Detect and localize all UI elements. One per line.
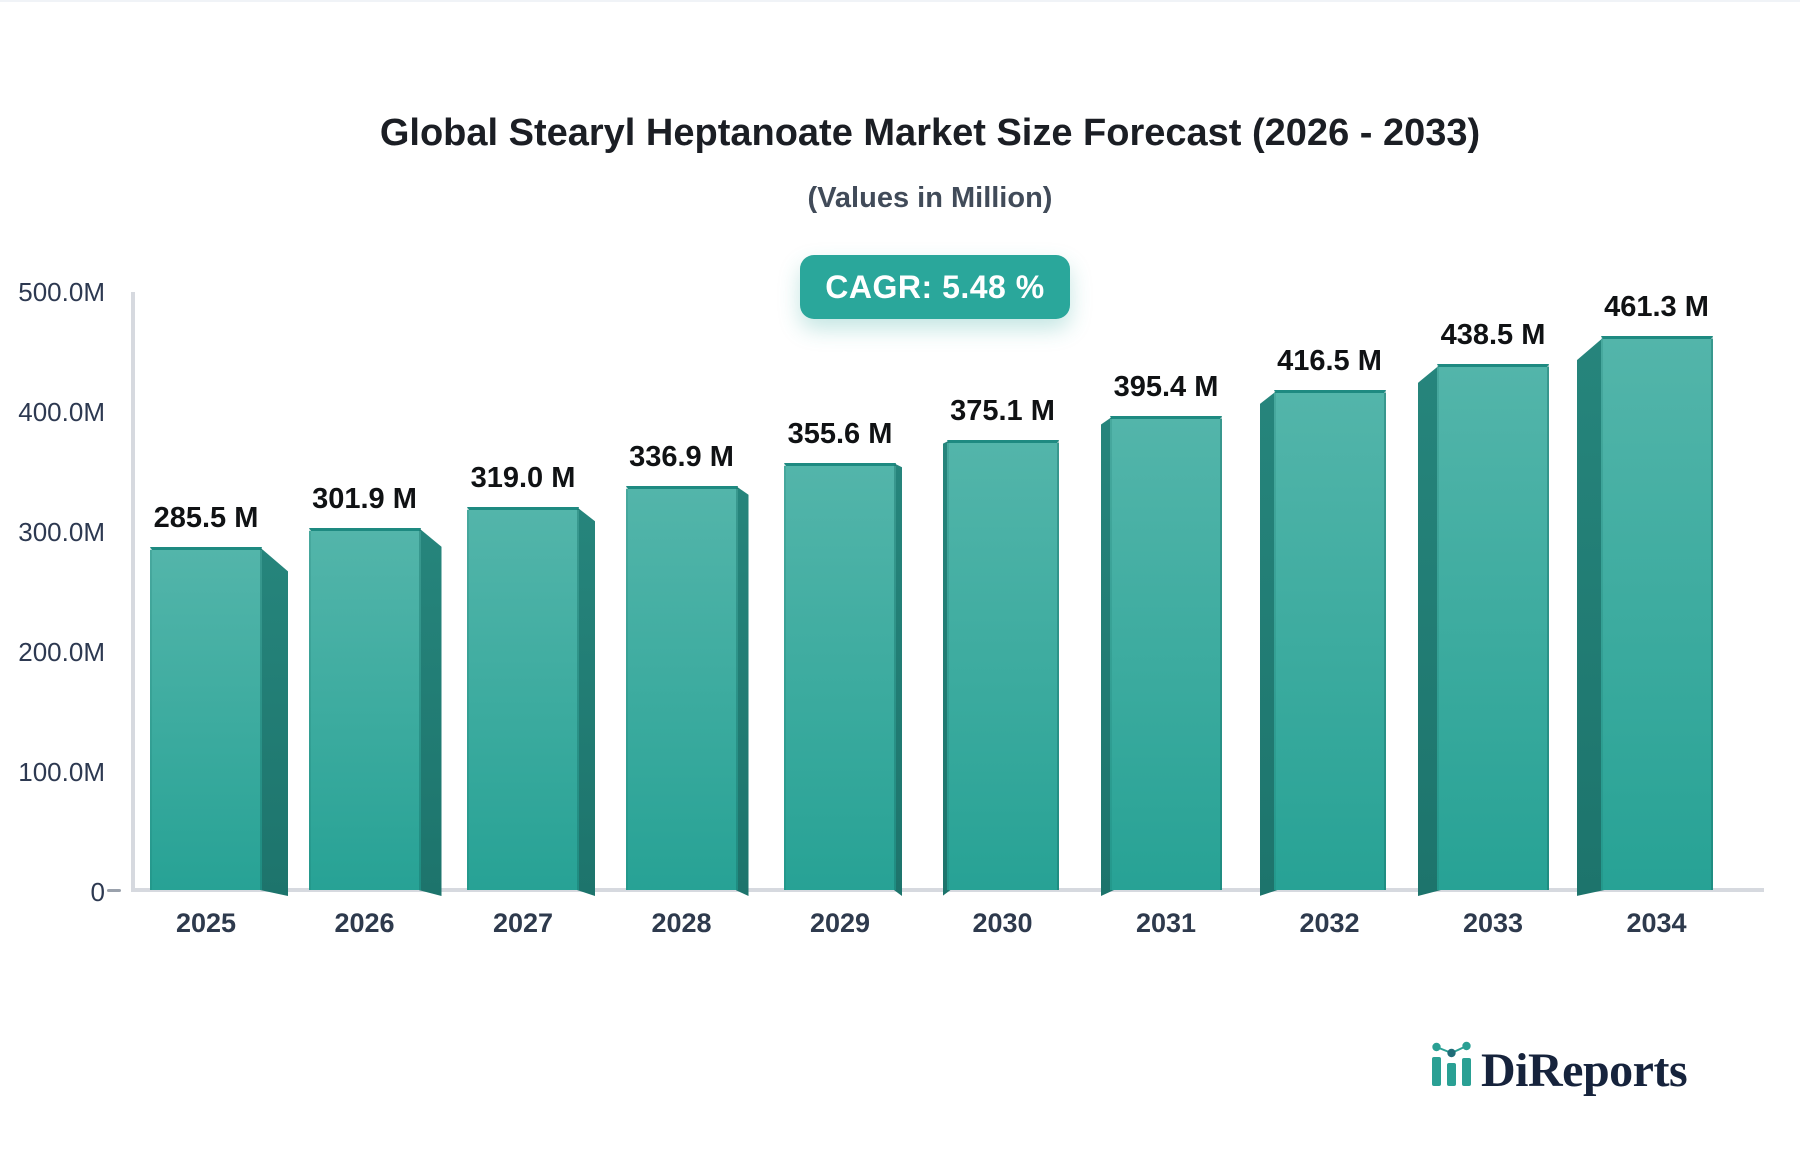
y-tick-label: 100.0M: [18, 757, 105, 787]
chart-subtitle: (Values in Million): [807, 182, 1053, 214]
bar-2029: [784, 463, 896, 890]
x-tick-label: 2031: [1135, 908, 1197, 938]
bar-2033: [1437, 363, 1549, 890]
x-tick-label: 2034: [1626, 908, 1687, 938]
logo-mini-chart-icon: [1432, 1041, 1471, 1086]
bar-2030: [946, 439, 1059, 890]
x-tick-label: 2032: [1299, 908, 1360, 938]
x-tick-label: 2026: [334, 908, 395, 938]
bar-side-face: [419, 528, 442, 896]
chart-canvas: Global Stearyl Heptanoate Market Size Fo…: [0, 0, 1800, 1156]
bar-side-face: [577, 507, 595, 896]
bar-2025: [150, 547, 262, 890]
x-tick-label: 2033: [1462, 908, 1524, 938]
bar-2032: [1273, 390, 1386, 890]
bar-2034: [1600, 336, 1713, 890]
cagr-label: CAGR: 5.48 %: [825, 268, 1045, 305]
bar-value-label: 461.3 M: [1604, 291, 1709, 324]
y-tick-label: 300.0M: [18, 517, 105, 547]
chart-title: Global Stearyl Heptanoate Market Size Fo…: [379, 112, 1481, 154]
bar-2026: [308, 527, 421, 890]
y-tick-label: 0: [90, 877, 105, 907]
x-tick-label: 2027: [492, 908, 554, 938]
cagr-badge: CAGR: 5.48 %: [800, 255, 1070, 319]
x-tick-label: 2029: [809, 908, 871, 938]
y-axis-line: [131, 292, 135, 892]
bar-2027: [467, 507, 579, 890]
y-tick-label: 500.0M: [18, 277, 105, 307]
y-tick-label: 200.0M: [18, 637, 105, 667]
x-tick-label: 2025: [175, 908, 237, 938]
logo-text: DiReports: [1481, 1044, 1688, 1097]
x-tick-label: 2030: [972, 908, 1033, 938]
bar-2028: [625, 485, 738, 890]
bar-2031: [1110, 415, 1222, 890]
bar-side-face: [260, 547, 288, 896]
direports-logo: DiReports: [1430, 1036, 1688, 1097]
x-tick-label: 2028: [651, 908, 712, 938]
zero-tick: [107, 889, 121, 892]
y-tick-label: 400.0M: [18, 397, 105, 427]
